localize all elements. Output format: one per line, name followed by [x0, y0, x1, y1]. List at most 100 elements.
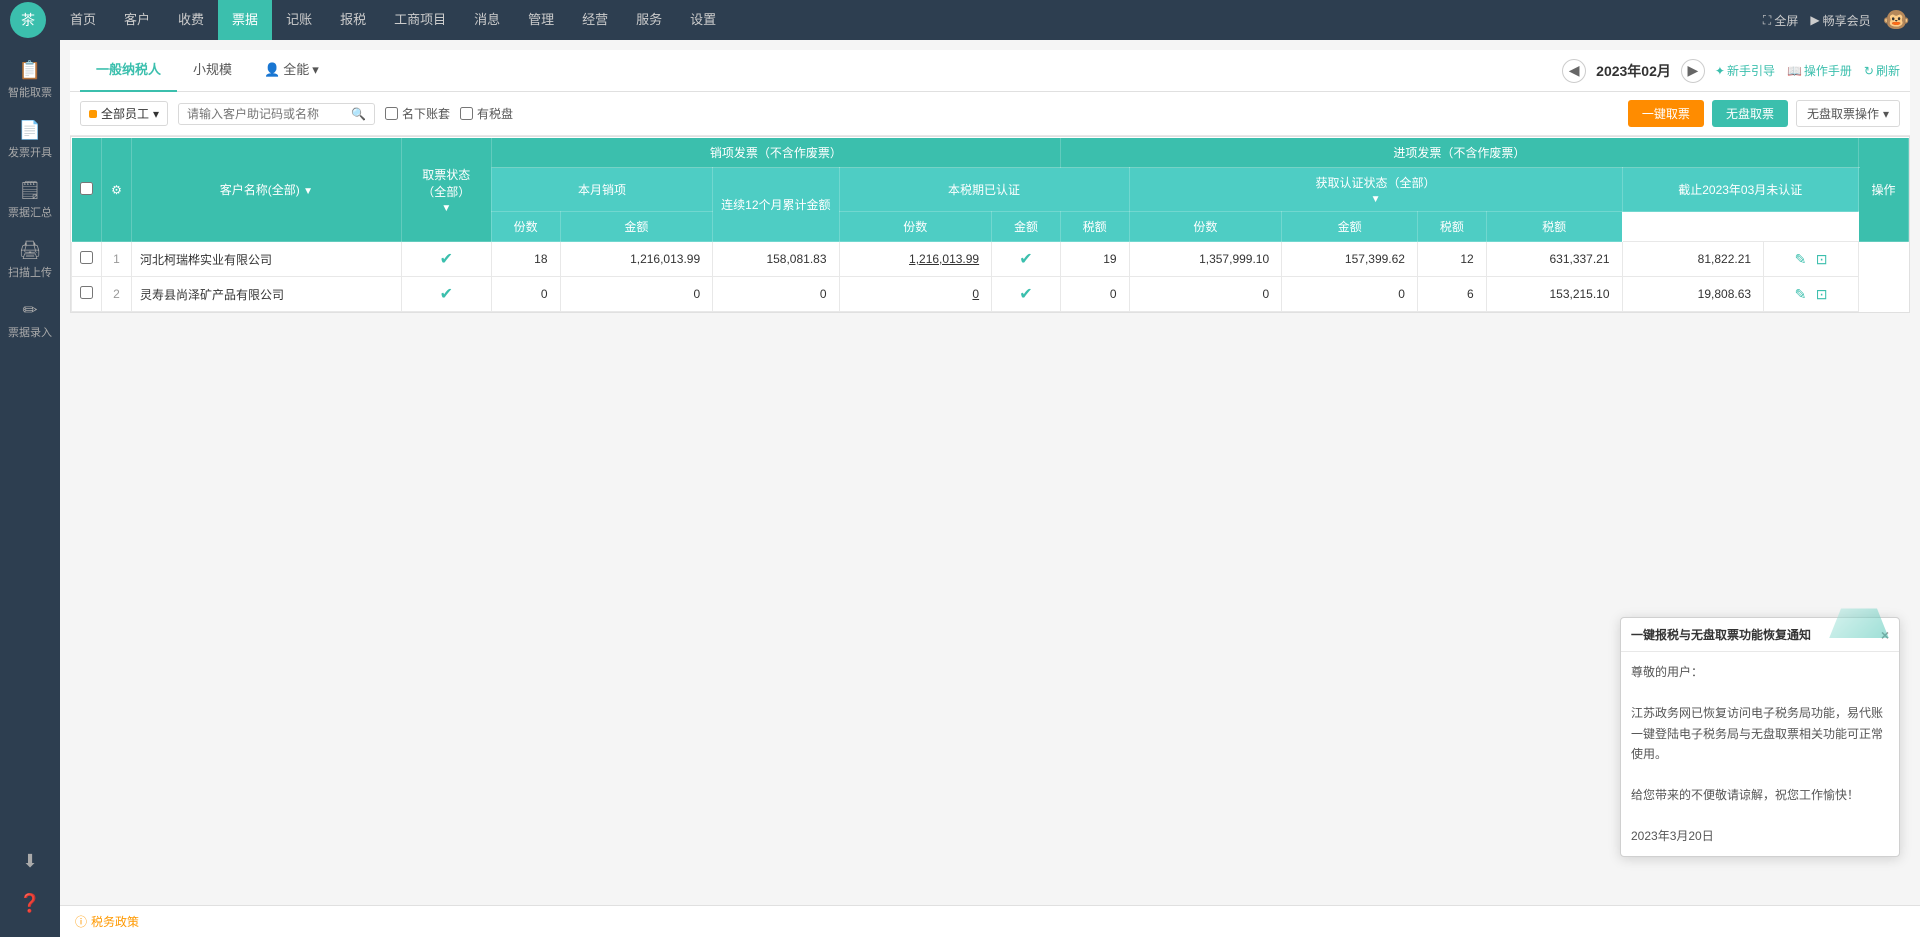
filter-bar: 全部员工 ▾ 🔍 名下账套 有税盘 一键取票 无盘取票 无盘取票操作 ▾ [70, 92, 1910, 136]
tabs-nav-center: ◀ 2023年02月 ▶ [1562, 59, 1705, 83]
nav-customer[interactable]: 客户 [110, 0, 164, 40]
nav-message[interactable]: 消息 [460, 0, 514, 40]
search-input[interactable] [187, 107, 347, 121]
chevron-down-icon: ▾ [1883, 107, 1889, 121]
th-purchase-cert-count: 份数 [839, 212, 992, 242]
view-button[interactable]: ⊡ [1816, 251, 1828, 267]
member-button[interactable]: ▶ 畅享会员 [1810, 12, 1870, 29]
table-row: 1 河北柯瑞桦实业有限公司 ✔ 18 1,216,013.99 158,081.… [72, 242, 1909, 277]
row-actions-cell: ✎ ⊡ [1764, 242, 1859, 277]
nav-service[interactable]: 服务 [622, 0, 676, 40]
tax-policy-link[interactable]: ⓘ 税务政策 [75, 913, 139, 930]
consecutive-12-link[interactable]: 1,216,013.99 [909, 252, 979, 266]
th-config: ⚙ [102, 138, 132, 242]
sidebar-item-scan-upload[interactable]: 🖨 扫描上传 [0, 230, 60, 290]
row-num: 1 [102, 242, 132, 277]
row-sales-tax: 158,081.83 [713, 242, 839, 277]
cert-status-icon: ✔ [1019, 286, 1032, 303]
th-purchase-cert-amount: 金额 [992, 212, 1061, 242]
select-all-checkbox[interactable] [80, 182, 93, 195]
sidebar-help[interactable]: ❓ [0, 885, 60, 922]
sidebar-item-data-entry[interactable]: ✏ 票据录入 [0, 290, 60, 350]
info-icon: ⓘ [75, 913, 87, 930]
sidebar-item-invoice-summary[interactable]: 🗒 票据汇总 [0, 170, 60, 230]
small-scale-label: 小规模 [193, 49, 232, 91]
sidebar-download[interactable]: ⬇ [0, 843, 60, 880]
tabs-nav-right: ✦ 新手引导 📖 操作手册 ↻ 刷新 [1715, 62, 1900, 79]
row-checkbox-cell [72, 242, 102, 277]
user-avatar[interactable]: 🐵 [1883, 7, 1910, 33]
th-purchase-cert-tax: 税额 [1060, 212, 1129, 242]
nav-home[interactable]: 首页 [56, 0, 110, 40]
prev-month-button[interactable]: ◀ [1562, 59, 1586, 83]
check-account-filter[interactable]: 名下账套 [385, 105, 450, 122]
row-checkbox-cell [72, 277, 102, 312]
has-tax-disc-checkbox[interactable] [460, 107, 473, 120]
manual-link[interactable]: 📖 操作手册 [1787, 62, 1852, 79]
issue-invoice-icon: 📄 [19, 120, 41, 141]
cert-status-icon: ✔ [1019, 251, 1032, 268]
nav-settings[interactable]: 设置 [676, 0, 730, 40]
tab-small-scale[interactable]: 小规模 [177, 50, 248, 92]
row-purchase-cert-tax: 0 [1282, 277, 1418, 312]
nav-manage[interactable]: 管理 [514, 0, 568, 40]
has-tax-disc-filter[interactable]: 有税盘 [460, 105, 513, 122]
nav-accounting[interactable]: 记账 [272, 0, 326, 40]
refresh-link[interactable]: ↻ 刷新 [1864, 62, 1900, 79]
filter-icon[interactable]: ▼ [303, 186, 313, 197]
popup-body: 尊敬的用户：江苏政务网已恢复访问电子税务局功能，易代账一键登陆电子税务局与无盘取… [1621, 652, 1899, 856]
fullscreen-button[interactable]: ⛶ 全屏 [1763, 12, 1798, 29]
manual-icon: 📖 [1787, 64, 1802, 78]
row-checkbox[interactable] [80, 286, 93, 299]
row-company: 灵寿县尚泽矿产品有限公司 [132, 277, 402, 312]
row-retrieve-status: ✔ [401, 242, 491, 277]
nav-operation[interactable]: 经营 [568, 0, 622, 40]
check-account-checkbox[interactable] [385, 107, 398, 120]
refresh-icon: ↻ [1864, 64, 1874, 78]
nav-business[interactable]: 工商项目 [380, 0, 460, 40]
next-month-button[interactable]: ▶ [1681, 59, 1705, 83]
row-purchase-cert-amount: 1,357,999.10 [1129, 242, 1282, 277]
retrieve-filter-icon[interactable]: ▼ [441, 203, 451, 214]
bottom-bar: ⓘ 税务政策 [60, 905, 1920, 937]
th-cert-status-col: 获取认证状态（全部） ▼ [1129, 168, 1622, 212]
edit-button[interactable]: ✎ [1795, 251, 1807, 267]
view-button[interactable]: ⊡ [1816, 286, 1828, 302]
popup-notification: 一键报税与无盘取票功能恢复通知 × 尊敬的用户：江苏政务网已恢复访问电子税务局功… [1620, 617, 1900, 857]
chevron-down-icon: ▾ [312, 49, 319, 91]
row-uncert-tax: 19,808.63 [1622, 277, 1764, 312]
row-uncert-amount: 153,215.10 [1486, 277, 1622, 312]
nav-invoice[interactable]: 票据 [218, 0, 272, 40]
row-retrieve-status: ✔ [401, 277, 491, 312]
one-click-collect-button[interactable]: 一键取票 [1628, 100, 1704, 127]
th-company: 客户名称(全部) ▼ [132, 138, 402, 242]
app-logo[interactable]: 茶 [10, 2, 46, 38]
no-disc-ops-button[interactable]: 无盘取票操作 ▾ [1796, 100, 1900, 127]
cert-status-filter[interactable]: ▼ [1371, 194, 1381, 205]
consecutive-12-link[interactable]: 0 [972, 287, 979, 301]
nav-billing[interactable]: 收费 [164, 0, 218, 40]
person-icon: 👤 [264, 49, 280, 91]
tabs-bar: 一般纳税人 小规模 👤 全能 ▾ ◀ 2023年02月 ▶ ✦ 新手引导 📖 操… [70, 50, 1910, 92]
th-uncertified-march: 截止2023年03月未认证 [1622, 168, 1858, 212]
sidebar-item-issue-invoice[interactable]: 📄 发票开具 [0, 110, 60, 170]
invoice-table: ⚙ 客户名称(全部) ▼ 取票状态（全部） ▼ 销项发票（不含作废票） 进项发票… [70, 136, 1910, 313]
tab-general-taxpayer[interactable]: 一般纳税人 [80, 50, 177, 92]
new-guide-icon: ✦ [1715, 64, 1725, 78]
row-checkbox[interactable] [80, 251, 93, 264]
no-disc-collect-button[interactable]: 无盘取票 [1712, 100, 1788, 127]
row-cert-status: ✔ [992, 277, 1061, 312]
employee-selector[interactable]: 全部员工 ▾ [80, 101, 168, 126]
row-purchase-cert-tax: 157,399.62 [1282, 242, 1418, 277]
row-sales-amount: 1,216,013.99 [560, 242, 713, 277]
th-uncert-count: 份数 [1129, 212, 1282, 242]
tab-all[interactable]: 👤 全能 ▾ [248, 50, 335, 92]
row-purchase-cert-amount: 0 [1129, 277, 1282, 312]
nav-tax[interactable]: 报税 [326, 0, 380, 40]
th-monthly-sales: 本月销项 [491, 168, 712, 212]
search-icon[interactable]: 🔍 [351, 107, 366, 121]
config-icon[interactable]: ⚙ [111, 183, 122, 197]
sidebar-item-smart-collect[interactable]: 📋 智能取票 [0, 50, 60, 110]
new-guide-link[interactable]: ✦ 新手引导 [1715, 62, 1775, 79]
edit-button[interactable]: ✎ [1795, 286, 1807, 302]
